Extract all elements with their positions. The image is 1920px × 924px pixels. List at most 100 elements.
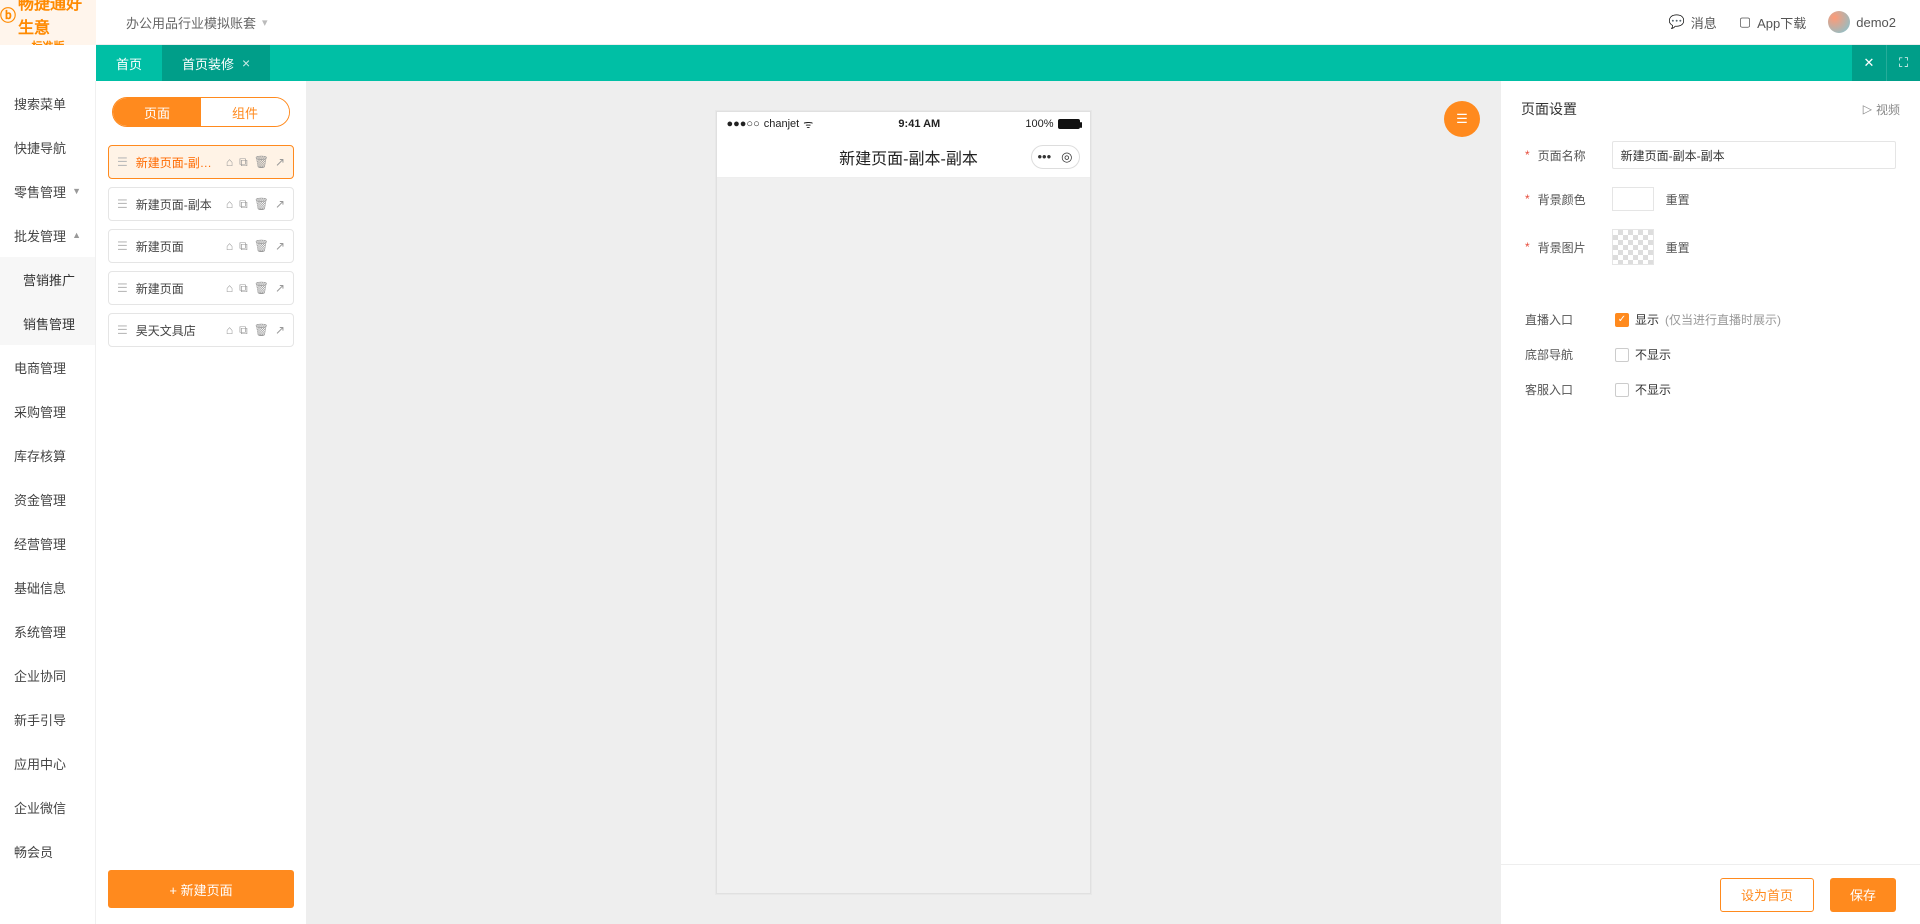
nav-fund[interactable]: 资金管理: [0, 477, 95, 521]
share-icon[interactable]: ↗: [275, 281, 285, 296]
nav-guide[interactable]: 新手引导: [0, 697, 95, 741]
page-row[interactable]: ☰新建页面⌂⧉🗑↗: [108, 229, 294, 263]
nav-wechat[interactable]: 企业微信: [0, 785, 95, 829]
pages-column: 页面 组件 ☰新建页面-副本...⌂⧉🗑↗☰新建页面-副本⌂⧉🗑↗☰新建页面⌂⧉…: [96, 81, 306, 924]
delete-icon[interactable]: 🗑: [254, 155, 269, 170]
top-actions: 💬 消息 ▢ App下载 demo2: [1669, 11, 1920, 33]
nav-ecommerce[interactable]: 电商管理: [0, 345, 95, 389]
delete-icon[interactable]: 🗑: [254, 323, 269, 338]
nav-appcenter[interactable]: 应用中心: [0, 741, 95, 785]
avatar: [1828, 11, 1850, 33]
chevron-down-icon: ▾: [262, 16, 268, 29]
home-icon[interactable]: ⌂: [226, 239, 233, 254]
user-menu[interactable]: demo2: [1828, 11, 1896, 33]
name-label: 页面名称: [1538, 147, 1612, 164]
tab-home[interactable]: 首页: [96, 45, 162, 81]
nav-base[interactable]: 基础信息: [0, 565, 95, 609]
bgcolor-swatch[interactable]: [1612, 187, 1654, 211]
delete-icon[interactable]: 🗑: [254, 239, 269, 254]
account-name-text: 办公用品行业模拟账套: [126, 13, 256, 32]
phone-preview: ●●●○○ chanjet ᯤ 9:41 AM 100% 新建页面-副本-副本 …: [716, 111, 1091, 894]
nav-search[interactable]: 搜索菜单: [0, 81, 95, 125]
copy-icon[interactable]: ⧉: [239, 155, 248, 170]
live-checkbox[interactable]: ✓: [1615, 313, 1629, 327]
caret-up-icon: ▲: [72, 230, 81, 240]
copy-icon[interactable]: ⧉: [239, 281, 248, 296]
bgimg-label: 背景图片: [1538, 239, 1612, 256]
tab-strip: 首页 首页装修 × ✕ ⛶: [0, 45, 1920, 81]
new-page-button[interactable]: + 新建页面: [108, 870, 294, 908]
service-text: 不显示: [1635, 381, 1671, 398]
bgcolor-label: 背景颜色: [1538, 191, 1612, 208]
nav-system[interactable]: 系统管理: [0, 609, 95, 653]
bgcolor-reset[interactable]: 重置: [1666, 191, 1690, 208]
close-icon[interactable]: ×: [242, 55, 250, 71]
service-checkbox[interactable]: [1615, 383, 1629, 397]
close-all-button[interactable]: ✕: [1852, 45, 1886, 81]
share-icon[interactable]: ↗: [275, 239, 285, 254]
segment-page[interactable]: 页面: [113, 98, 201, 126]
delete-icon[interactable]: 🗑: [254, 281, 269, 296]
nav-quick[interactable]: 快捷导航: [0, 125, 95, 169]
home-icon[interactable]: ⌂: [226, 197, 233, 212]
phone-icon: ▢: [1739, 14, 1751, 30]
nav-retail[interactable]: 零售管理▼: [0, 169, 95, 213]
nav-enterprise[interactable]: 企业协同: [0, 653, 95, 697]
wifi-icon: ᯤ: [803, 117, 813, 132]
panel-toggle-button[interactable]: ☰: [1444, 101, 1480, 137]
nav-business[interactable]: 经营管理: [0, 521, 95, 565]
nav-member[interactable]: 畅会员: [0, 829, 95, 873]
messages-button[interactable]: 💬 消息: [1669, 13, 1717, 32]
nav-wholesale-sales[interactable]: 销售管理: [0, 301, 95, 345]
service-label: 客服入口: [1525, 381, 1615, 398]
page-row[interactable]: ☰ 昊天文具店 ⌂ ⧉ 🗑 ↗: [108, 313, 294, 347]
page-list: ☰新建页面-副本...⌂⧉🗑↗☰新建页面-副本⌂⧉🗑↗☰新建页面⌂⧉🗑↗☰新建页…: [108, 145, 294, 347]
user-name: demo2: [1856, 15, 1896, 30]
nav-stock[interactable]: 库存核算: [0, 433, 95, 477]
nav-wholesale-marketing[interactable]: 营销推广: [0, 257, 95, 301]
page-row[interactable]: ☰新建页面-副本...⌂⧉🗑↗: [108, 145, 294, 179]
bottomnav-checkbox[interactable]: [1615, 348, 1629, 362]
battery-icon: [1058, 119, 1080, 129]
more-icon: •••: [1038, 149, 1052, 164]
live-hint: (仅当进行直播时展示): [1665, 311, 1781, 328]
home-icon[interactable]: ⌂: [226, 155, 233, 170]
home-icon[interactable]: ⌂: [226, 323, 233, 338]
save-button[interactable]: 保存: [1830, 878, 1896, 912]
fullscreen-button[interactable]: ⛶: [1886, 45, 1920, 81]
bgimg-reset[interactable]: 重置: [1666, 239, 1690, 256]
brand-name: 畅捷通好生意: [18, 0, 96, 38]
tab-editor[interactable]: 首页装修 ×: [162, 45, 270, 81]
account-selector[interactable]: 办公用品行业模拟账套 ▾: [126, 13, 268, 32]
share-icon[interactable]: ↗: [275, 323, 285, 338]
nav-wholesale[interactable]: 批发管理▲: [0, 213, 95, 257]
share-icon[interactable]: ↗: [275, 155, 285, 170]
share-icon[interactable]: ↗: [275, 197, 285, 212]
set-home-button[interactable]: 设为首页: [1720, 878, 1814, 912]
page-row[interactable]: ☰新建页面-副本⌂⧉🗑↗: [108, 187, 294, 221]
segment-component[interactable]: 组件: [201, 98, 289, 126]
drag-icon[interactable]: ☰: [117, 323, 128, 337]
home-icon[interactable]: ⌂: [226, 281, 233, 296]
page-name-input[interactable]: 新建页面-副本-副本: [1612, 141, 1896, 169]
mini-program-controls[interactable]: ••• ◎: [1031, 145, 1080, 169]
bottomnav-label: 底部导航: [1525, 346, 1615, 363]
bgimg-picker[interactable]: [1612, 229, 1654, 265]
nav-purchase[interactable]: 采购管理: [0, 389, 95, 433]
page-row[interactable]: ☰新建页面⌂⧉🗑↗: [108, 271, 294, 305]
video-help-link[interactable]: ▷ 视频: [1863, 101, 1900, 118]
drag-icon[interactable]: ☰: [117, 197, 128, 211]
download-label: App下载: [1757, 13, 1806, 32]
phone-body[interactable]: [717, 178, 1090, 878]
copy-icon[interactable]: ⧉: [239, 323, 248, 338]
copy-icon[interactable]: ⧉: [239, 197, 248, 212]
page-row-title: 昊天文具店: [136, 322, 218, 339]
brand-logo[interactable]: ⓑ畅捷通好生意 标准版: [0, 0, 96, 45]
drag-icon[interactable]: ☰: [117, 155, 128, 169]
drag-icon[interactable]: ☰: [117, 239, 128, 253]
live-label: 直播入口: [1525, 311, 1615, 328]
copy-icon[interactable]: ⧉: [239, 239, 248, 254]
delete-icon[interactable]: 🗑: [254, 197, 269, 212]
app-download-button[interactable]: ▢ App下载: [1739, 13, 1806, 32]
drag-icon[interactable]: ☰: [117, 281, 128, 295]
